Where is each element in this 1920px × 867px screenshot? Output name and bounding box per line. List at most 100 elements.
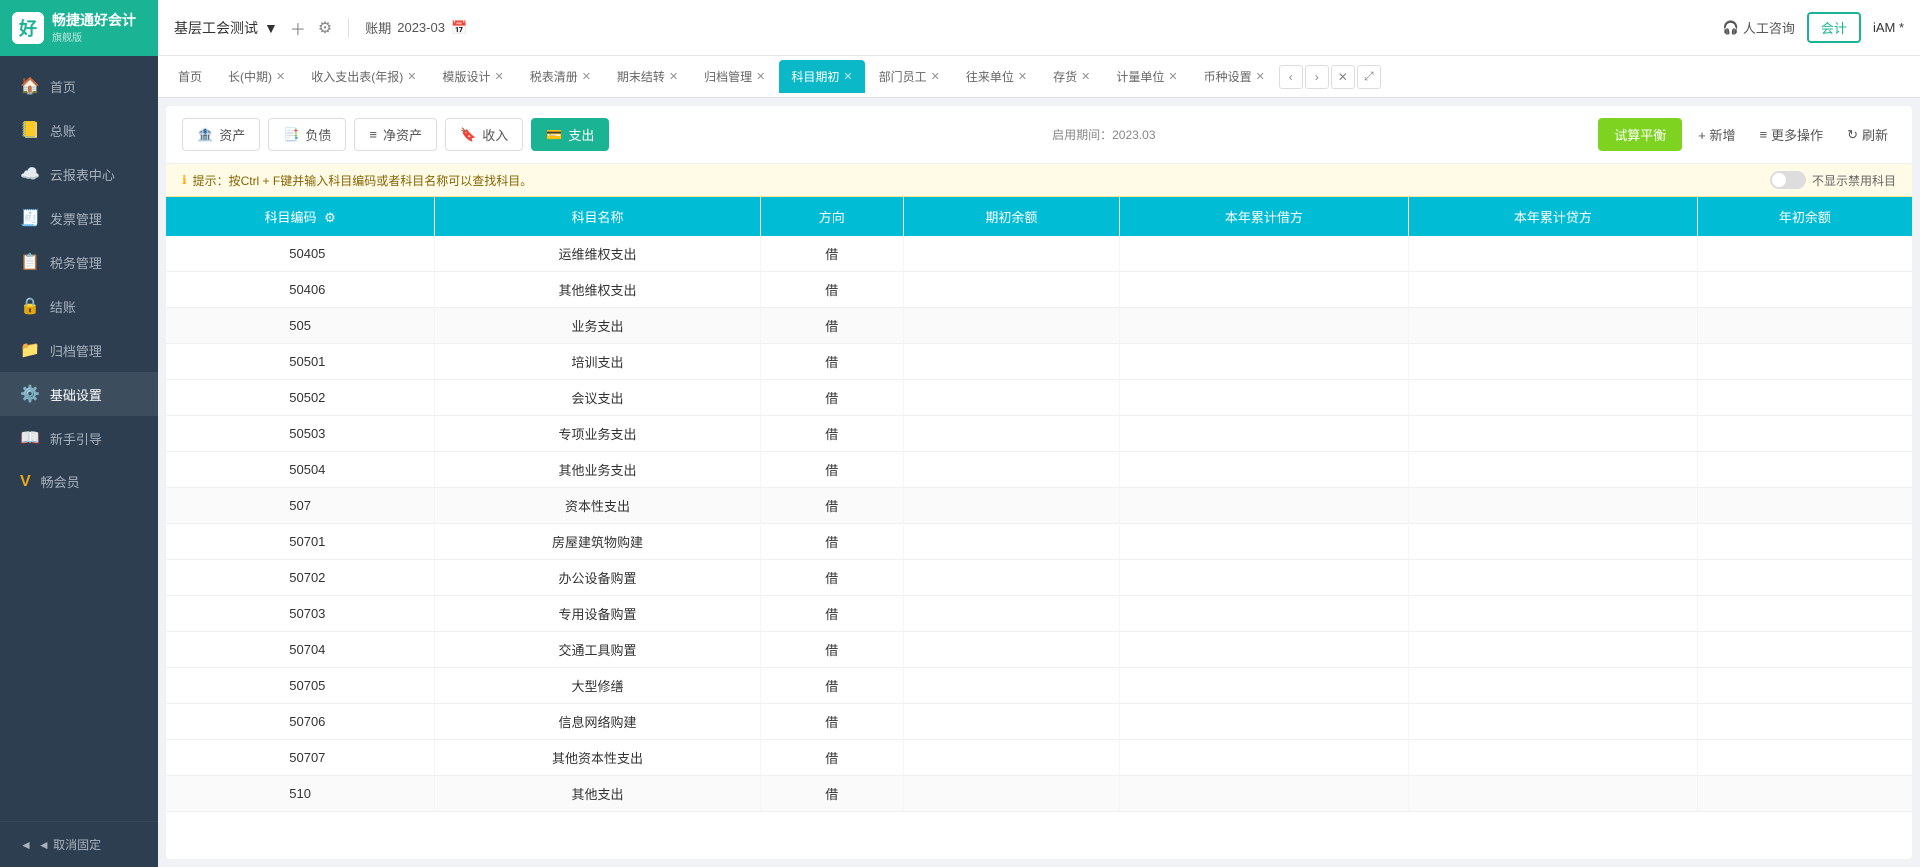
cell-name: 房屋建筑物购建 (435, 524, 760, 560)
tab-close-icon[interactable]: ✕ (843, 70, 852, 83)
cell-initial-balance (903, 524, 1119, 560)
sidebar-item-home[interactable]: 🏠 首页 (0, 64, 158, 108)
sidebar-item-general-ledger[interactable]: 📒 总账 (0, 108, 158, 152)
tab-label: 计量单位 (1116, 68, 1164, 85)
member-icon: V (20, 473, 31, 491)
filter-liabilities[interactable]: 📑 负债 (268, 118, 346, 151)
cell-ytd-debit (1119, 776, 1408, 812)
cell-code: 50502 (166, 380, 435, 416)
table-row[interactable]: 510 其他支出 借 (166, 776, 1912, 812)
calc-balance-button[interactable]: 试算平衡 (1598, 118, 1682, 151)
sidebar-footer[interactable]: ◄ ◄ 取消固定 (0, 821, 158, 867)
filter-income[interactable]: 🔖 收入 (445, 118, 523, 151)
table-row[interactable]: 50701 房屋建筑物购建 借 (166, 524, 1912, 560)
tab-currency[interactable]: 币种设置 ✕ (1192, 60, 1277, 93)
tab-close-icon[interactable]: ✕ (669, 70, 678, 83)
cell-year-initial (1697, 668, 1912, 704)
sidebar-item-member[interactable]: V 畅会员 (0, 460, 158, 503)
tab-close-icon[interactable]: ✕ (1081, 70, 1090, 83)
table-row[interactable]: 50501 培训支出 借 (166, 344, 1912, 380)
calendar-icon[interactable]: 📅 (451, 20, 467, 36)
tab-label: 部门员工 (879, 68, 927, 85)
toggle-label: 不显示禁用科目 (1812, 172, 1896, 189)
chevron-down-icon[interactable]: ▼ (264, 20, 278, 36)
cell-ytd-debit (1119, 524, 1408, 560)
service-button[interactable]: 🎧 人工咨询 (1723, 18, 1795, 37)
tab-close-icon[interactable]: ✕ (582, 70, 591, 83)
kuaiji-button[interactable]: 会计 (1807, 12, 1861, 43)
sidebar-item-archive[interactable]: 📁 归档管理 (0, 328, 158, 372)
table-row[interactable]: 50504 其他业务支出 借 (166, 452, 1912, 488)
tab-close-icon[interactable]: ✕ (276, 70, 285, 83)
table-row[interactable]: 50405 运维维权支出 借 (166, 236, 1912, 272)
tab-inventory[interactable]: 存货 ✕ (1041, 60, 1102, 93)
sidebar-logo: 好 畅捷通好会计 旗舰版 (0, 0, 158, 56)
sidebar-item-settings[interactable]: ⚙️ 基础设置 (0, 372, 158, 416)
sidebar-item-closing[interactable]: 🔒 结账 (0, 284, 158, 328)
tab-medium-period[interactable]: 长(中期) ✕ (216, 60, 297, 93)
add-button[interactable]: + 新增 (1690, 119, 1743, 150)
project-selector[interactable]: 基层工会测试 ▼ (174, 18, 278, 38)
topbar-settings-icon[interactable]: ⚙ (318, 18, 332, 38)
table-row[interactable]: 50702 办公设备购置 借 (166, 560, 1912, 596)
tab-archive[interactable]: 归档管理 ✕ (692, 60, 777, 93)
sidebar-item-guide[interactable]: 📖 新手引导 (0, 416, 158, 460)
tab-close-icon[interactable]: ✕ (756, 70, 765, 83)
cell-direction: 借 (760, 452, 903, 488)
tab-tax-register[interactable]: 税表清册 ✕ (518, 60, 603, 93)
cell-direction: 借 (760, 632, 903, 668)
cell-direction: 借 (760, 380, 903, 416)
filter-expenditure[interactable]: 💳 支出 (531, 118, 609, 151)
table-row[interactable]: 50707 其他资本性支出 借 (166, 740, 1912, 776)
tab-home[interactable]: 首页 (166, 60, 214, 93)
liability-icon: 📑 (283, 127, 299, 143)
table-row[interactable]: 50502 会议支出 借 (166, 380, 1912, 416)
settings-icon: ⚙️ (20, 384, 40, 404)
cell-direction: 借 (760, 704, 903, 740)
table-row[interactable]: 50703 专用设备购置 借 (166, 596, 1912, 632)
tab-unit[interactable]: 计量单位 ✕ (1104, 60, 1189, 93)
tab-expand-button[interactable]: ⤢ (1357, 65, 1381, 89)
toggle-switch[interactable] (1770, 171, 1806, 189)
sidebar-item-tax[interactable]: 📋 税务管理 (0, 240, 158, 284)
main-area: 基层工会测试 ▼ ＋ ⚙ 账期 2023-03 📅 🎧 人工咨询 会计 iAM … (158, 0, 1920, 867)
table-row[interactable]: 50706 信息网络购建 借 (166, 704, 1912, 740)
toggle-disabled-subjects[interactable]: 不显示禁用科目 (1770, 171, 1896, 189)
tab-income-annual[interactable]: 收入支出表(年报) ✕ (299, 60, 428, 93)
tab-close-icon[interactable]: ✕ (407, 70, 416, 83)
sidebar-item-cloud-reports[interactable]: ☁️ 云报表中心 (0, 152, 158, 196)
table-row[interactable]: 50705 大型修缮 借 (166, 668, 1912, 704)
refresh-button[interactable]: ↻ 刷新 (1839, 119, 1896, 150)
tab-close-icon[interactable]: ✕ (931, 70, 940, 83)
table-row[interactable]: 50704 交通工具购置 借 (166, 632, 1912, 668)
cell-year-initial (1697, 272, 1912, 308)
col-settings-icon[interactable]: ⚙ (324, 210, 336, 225)
cell-code: 50504 (166, 452, 435, 488)
tab-department-staff[interactable]: 部门员工 ✕ (867, 60, 952, 93)
tab-subject-initial[interactable]: 科目期初 ✕ (779, 60, 864, 93)
filter-net-assets[interactable]: ≡ 净资产 (354, 118, 437, 151)
tab-close-icon[interactable]: ✕ (1018, 70, 1027, 83)
tab-next-button[interactable]: › (1305, 65, 1329, 89)
tab-close-icon[interactable]: ✕ (494, 70, 503, 83)
filter-assets[interactable]: 🏦 资产 (182, 118, 260, 151)
table-row[interactable]: 50503 专项业务支出 借 (166, 416, 1912, 452)
cell-name: 其他支出 (435, 776, 760, 812)
topbar-add-icon[interactable]: ＋ (290, 16, 306, 40)
tab-counterparty[interactable]: 往来单位 ✕ (954, 60, 1039, 93)
tab-close-icon[interactable]: ✕ (1256, 70, 1265, 83)
cloud-icon: ☁️ (20, 164, 40, 184)
tab-template-design[interactable]: 模版设计 ✕ (430, 60, 515, 93)
tab-period-close[interactable]: 期末结转 ✕ (605, 60, 690, 93)
table-row[interactable]: 505 业务支出 借 (166, 308, 1912, 344)
cell-ytd-debit (1119, 452, 1408, 488)
cell-ytd-credit (1408, 236, 1697, 272)
more-ops-button[interactable]: ≡ 更多操作 (1751, 119, 1831, 150)
expenditure-icon: 💳 (546, 127, 562, 143)
sidebar-item-invoice[interactable]: 🧾 发票管理 (0, 196, 158, 240)
table-row[interactable]: 507 资本性支出 借 (166, 488, 1912, 524)
tab-close-icon[interactable]: ✕ (1168, 70, 1177, 83)
tab-prev-button[interactable]: ‹ (1279, 65, 1303, 89)
table-row[interactable]: 50406 其他维权支出 借 (166, 272, 1912, 308)
tab-close-all-button[interactable]: ✕ (1331, 65, 1355, 89)
